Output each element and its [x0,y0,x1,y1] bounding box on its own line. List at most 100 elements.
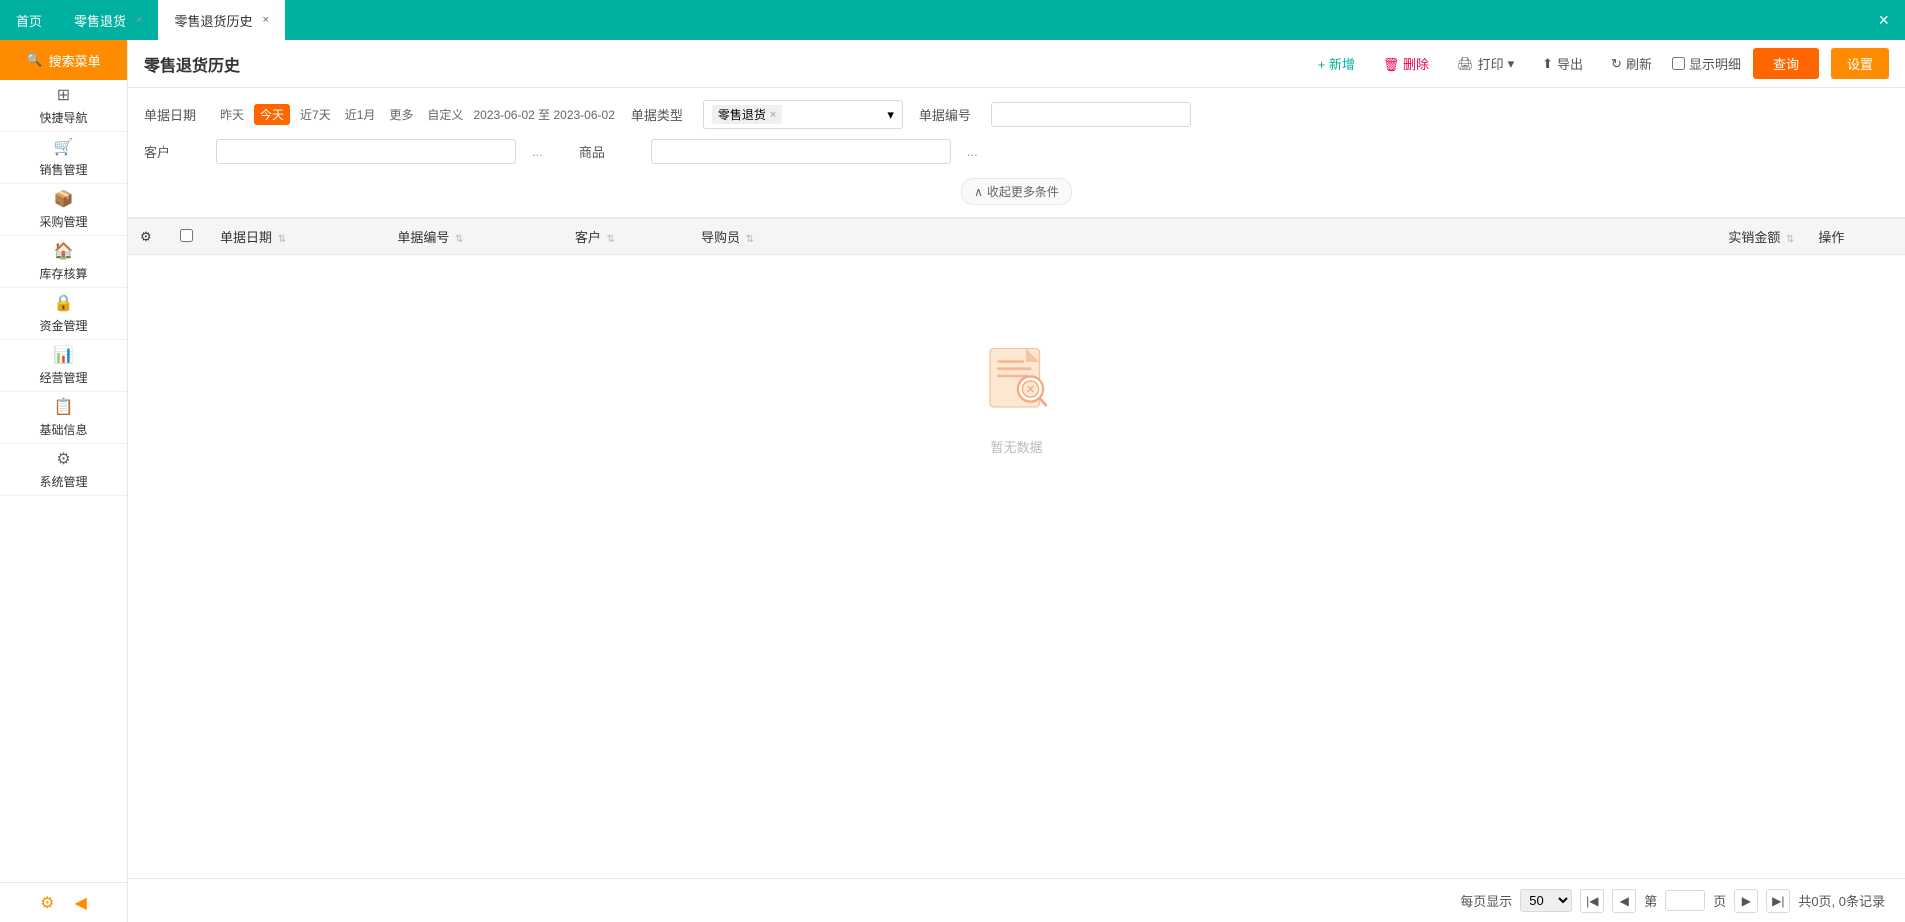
sales-mgmt-icon: 🛒 [54,137,74,157]
number-filter-label: 单据编号 [919,105,975,124]
tab-retail-return-history[interactable]: 零售退货历史 × [158,0,284,40]
th-actions: 操作 [1806,219,1905,255]
filter-row-1: 单据日期 昨天 今天 近7天 近1月 更多 自定义 2023-06-02 至 2… [144,100,1889,129]
search-icon: 🔍 [26,52,42,68]
sidebar-item-label-finance: 资金管理 [39,317,87,334]
basic-info-icon: 📋 [54,397,74,417]
new-button[interactable]: + 新增 [1310,50,1363,77]
collapse-label: 收起更多条件 [987,183,1059,200]
empty-icon [972,335,1062,425]
table-body: 暂无数据 [128,255,1905,537]
date-filter-label: 单据日期 [144,105,200,124]
prev-page-button[interactable]: ◀ [1612,889,1636,913]
sidebar-item-system-mgmt[interactable]: ⚙ 系统管理 [0,444,127,496]
th-customer: 客户 ⇅ [563,219,689,255]
sidebar-item-purchase-mgmt[interactable]: 📦 采购管理 [0,184,127,236]
sidebar-item-quick-nav[interactable]: ⊞ 快捷导航 [0,80,127,132]
per-page-select[interactable]: 10 20 50 100 [1520,889,1572,912]
sidebar-search-label: 搜索菜单 [49,51,101,70]
th-guide: 导购员 ⇅ [689,219,841,255]
page-title: 零售退货历史 [144,52,1310,76]
type-filter-dropdown-icon: ▾ [887,107,894,123]
query-button[interactable]: 查询 [1753,48,1819,79]
quick-nav-icon: ⊞ [57,85,70,105]
tab-home[interactable]: 首页 [0,0,58,40]
page-header: 零售退货历史 + 新增 🗑 删除 🖨 打印 ▾ ⬆ 导出 ↻ 刷新 [128,40,1905,88]
type-filter-tag: 零售退货 × [712,105,782,124]
customer-filter-label: 客户 [144,142,200,161]
sidebar: 🔍 搜索菜单 ⊞ 快捷导航 🛒 销售管理 📦 采购管理 🏠 库存核算 🔒 [0,40,128,922]
sidebar-search[interactable]: 🔍 搜索菜单 [0,40,127,80]
goods-filter-label: 商品 [579,142,635,161]
customer-filter-dots: ... [532,144,543,159]
main-layout: 🔍 搜索菜单 ⊞ 快捷导航 🛒 销售管理 📦 采购管理 🏠 库存核算 🔒 [0,40,1905,922]
finance-icon: 🔒 [54,293,74,313]
date-btn-today[interactable]: 今天 [254,104,290,125]
sort-date-icon[interactable]: ⇅ [278,234,286,245]
print-dropdown-icon: ▾ [1508,56,1515,72]
table-header-row: ⚙ 单据日期 ⇅ 单据编号 ⇅ 客户 [128,219,1905,255]
export-button[interactable]: ⬆ 导出 [1534,50,1591,77]
per-page-label: 每页显示 [1460,891,1512,910]
type-filter-label: 单据类型 [631,105,687,124]
th-amount: 实销金额 ⇅ [1629,219,1806,255]
date-btn-yesterday[interactable]: 昨天 [216,104,248,125]
close-retail-return-history-tab[interactable]: × [262,14,268,26]
sidebar-item-operations[interactable]: 📊 经营管理 [0,340,127,392]
close-retail-return-tab[interactable]: × [136,14,142,26]
show-detail-label: 显示明细 [1689,54,1741,73]
sidebar-item-sales-mgmt[interactable]: 🛒 销售管理 [0,132,127,184]
inventory-icon: 🏠 [54,241,74,261]
delete-button[interactable]: 🗑 删除 [1375,50,1437,77]
date-filter: 昨天 今天 近7天 近1月 更多 自定义 2023-06-02 至 2023-0… [216,104,615,125]
collapse-sidebar-icon[interactable]: ◀ [75,893,87,913]
refresh-icon: ↻ [1611,56,1622,72]
date-btn-1month[interactable]: 近1月 [341,104,380,125]
tab-retail-return[interactable]: 零售退货 × [58,0,158,40]
select-all-checkbox[interactable] [180,229,193,242]
refresh-button[interactable]: ↻ 刷新 [1603,50,1660,77]
empty-state: 暂无数据 [128,255,1905,536]
app-close-button[interactable]: × [1878,10,1889,30]
date-btn-7days[interactable]: 近7天 [296,104,335,125]
date-btn-custom[interactable]: 自定义 [423,104,467,125]
type-filter-select[interactable]: 零售退货 × ▾ [703,100,903,129]
last-page-button[interactable]: ▶| [1766,889,1790,913]
goods-filter-dots: ... [967,144,978,159]
sidebar-item-basic-info[interactable]: 📋 基础信息 [0,392,127,444]
collapse-row: ∧ 收起更多条件 [144,174,1889,209]
table-area: ⚙ 单据日期 ⇅ 单据编号 ⇅ 客户 [128,218,1905,878]
type-filter-tag-close[interactable]: × [770,109,776,121]
header-actions: + 新增 🗑 删除 🖨 打印 ▾ ⬆ 导出 ↻ 刷新 显示明细 [1310,48,1889,79]
sort-amount-icon[interactable]: ⇅ [1786,234,1794,245]
page-unit-label: 页 [1713,891,1726,910]
sidebar-bottom: ⚙ ◀ [0,882,127,922]
empty-state-row: 暂无数据 [128,255,1905,537]
page-number-input[interactable]: 1 [1665,890,1705,911]
number-filter-input[interactable] [991,102,1191,127]
sidebar-item-finance[interactable]: 🔒 资金管理 [0,288,127,340]
sidebar-item-label-quick-nav: 快捷导航 [39,109,87,126]
show-detail-checkbox[interactable] [1672,57,1685,70]
th-settings[interactable]: ⚙ [128,219,168,255]
sort-number-icon[interactable]: ⇅ [455,234,463,245]
empty-state-text: 暂无数据 [990,437,1042,456]
sort-guide-icon[interactable]: ⇅ [746,234,754,245]
settings-button[interactable]: 设置 [1831,48,1889,79]
date-btn-more[interactable]: 更多 [385,104,417,125]
filter-row-2: 客户 ... 商品 ... [144,139,1889,164]
th-checkbox[interactable] [168,219,208,255]
next-page-button[interactable]: ▶ [1734,889,1758,913]
collapse-icon: ∧ [974,185,983,199]
first-page-button[interactable]: |◀ [1580,889,1604,913]
settings-bottom-icon[interactable]: ⚙ [40,893,54,913]
sidebar-item-label-inventory: 库存核算 [39,265,87,282]
print-button[interactable]: 🖨 打印 ▾ [1449,50,1522,77]
sort-customer-icon[interactable]: ⇅ [606,234,614,245]
goods-filter-input[interactable] [651,139,951,164]
collapse-button[interactable]: ∧ 收起更多条件 [961,178,1072,205]
customer-filter-input[interactable] [216,139,516,164]
total-records-label: 共0页, 0条记录 [1798,891,1885,910]
sidebar-item-inventory[interactable]: 🏠 库存核算 [0,236,127,288]
purchase-mgmt-icon: 📦 [54,189,74,209]
